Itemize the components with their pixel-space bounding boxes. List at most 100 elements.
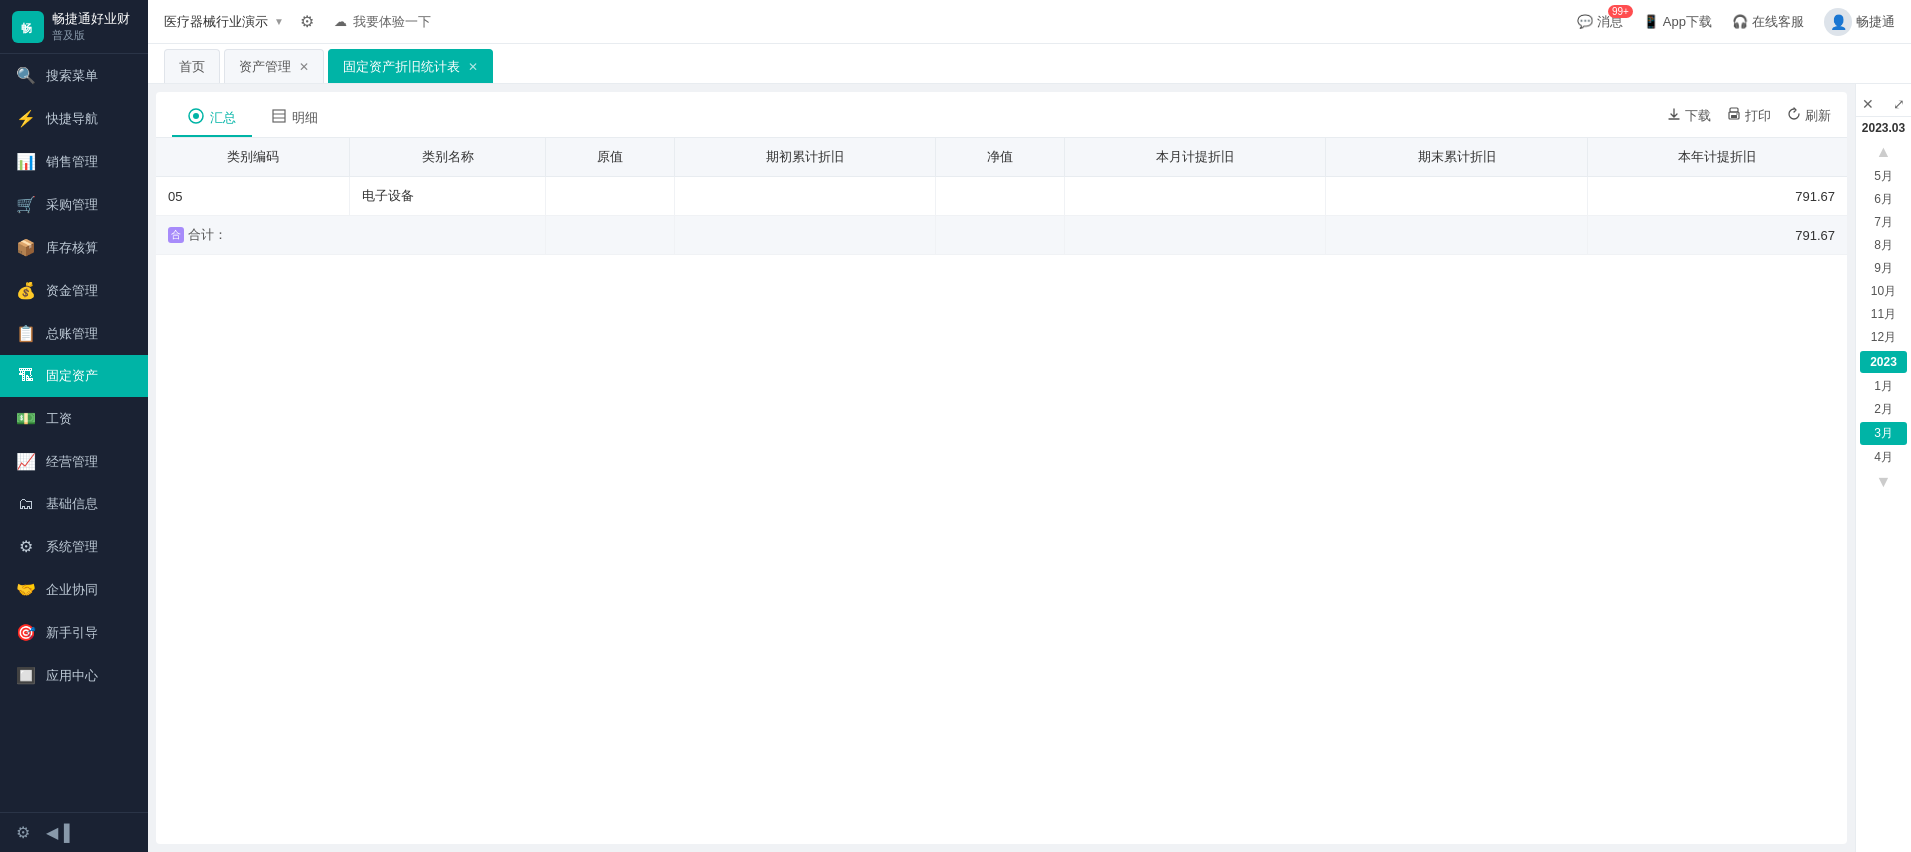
sidebar-item-label: 资金管理 xyxy=(46,282,98,300)
tab-detail[interactable]: 明细 xyxy=(256,102,334,137)
month-item[interactable]: 12月 xyxy=(1856,326,1911,349)
experience-button[interactable]: ☁ 我要体验一下 xyxy=(334,13,431,31)
total-icon: 合 xyxy=(168,227,184,243)
scroll-up-button[interactable]: ▲ xyxy=(1872,139,1896,165)
month-item[interactable]: 8月 xyxy=(1856,234,1911,257)
month-item[interactable]: 10月 xyxy=(1856,280,1911,303)
settings-bottom-icon[interactable]: ⚙ xyxy=(16,823,30,842)
panel-header: ✕ ⤢ xyxy=(1856,92,1911,117)
year-2023-label[interactable]: 2023 xyxy=(1860,351,1907,373)
scroll-down-button[interactable]: ▼ xyxy=(1872,469,1896,495)
total-monthly xyxy=(1065,216,1326,255)
apps-icon: 🔲 xyxy=(16,666,36,685)
sidebar-item-label: 快捷导航 xyxy=(46,110,98,128)
download-label: App下载 xyxy=(1663,13,1712,31)
panel-close-button[interactable]: ✕ xyxy=(1862,96,1874,112)
cell-initial xyxy=(674,177,935,216)
tab-summary[interactable]: 汇总 xyxy=(172,102,252,137)
sidebar-item-system[interactable]: ⚙ 系统管理 xyxy=(0,525,148,568)
sidebar-nav: 🔍 搜索菜单 ⚡ 快捷导航 📊 销售管理 🛒 采购管理 📦 库存核算 💰 资金管… xyxy=(0,54,148,812)
guide-icon: 🎯 xyxy=(16,623,36,642)
month-item[interactable]: 1月 xyxy=(1856,375,1911,398)
sidebar-item-label: 应用中心 xyxy=(46,667,98,685)
total-text: 合计： xyxy=(188,226,227,244)
panel-expand-button[interactable]: ⤢ xyxy=(1893,96,1905,112)
sub-tabs-bar: 汇总 明细 下载 xyxy=(156,92,1847,138)
table-row: 05 电子设备 791.67 xyxy=(156,177,1847,216)
sidebar-item-basic[interactable]: 🗂 基础信息 xyxy=(0,483,148,525)
page-content: 汇总 明细 下载 xyxy=(156,92,1847,844)
sidebar-item-ledger[interactable]: 📋 总账管理 xyxy=(0,312,148,355)
month-item[interactable]: 4月 xyxy=(1856,446,1911,469)
lightning-icon: ⚡ xyxy=(16,109,36,128)
sidebar-item-payroll[interactable]: 💵 工资 xyxy=(0,397,148,440)
user-menu[interactable]: 👤 畅捷通 xyxy=(1824,8,1895,36)
refresh-button[interactable]: 刷新 xyxy=(1787,107,1831,125)
svg-rect-10 xyxy=(1731,115,1737,118)
topbar: 医疗器械行业演示 ▼ ⚙ ☁ 我要体验一下 💬 消息 99+ 📱 App下载 🎧… xyxy=(148,0,1911,44)
download-button[interactable]: 📱 App下载 xyxy=(1643,13,1712,31)
col-monthly: 本月计提折旧 xyxy=(1065,138,1326,177)
sidebar-item-label: 新手引导 xyxy=(46,624,98,642)
col-end: 期末累计折旧 xyxy=(1326,138,1587,177)
month-item[interactable]: 9月 xyxy=(1856,257,1911,280)
table-container: 类别编码 类别名称 原值 期初累计折旧 净值 本月计提折旧 期末累计折旧 本年计… xyxy=(156,138,1847,844)
sidebar-item-search[interactable]: 🔍 搜索菜单 xyxy=(0,54,148,97)
cell-name: 电子设备 xyxy=(350,177,545,216)
avatar: 👤 xyxy=(1824,8,1852,36)
tab-label: 首页 xyxy=(179,58,205,76)
refresh-icon xyxy=(1787,107,1801,124)
cell-monthly xyxy=(1065,177,1326,216)
sidebar-item-fixed-assets[interactable]: 🏗 固定资产 xyxy=(0,355,148,397)
right-panel: ✕ ⤢ 2023.03 ▲ 5月 6月 7月 8月 9月 10月 11月 12月… xyxy=(1855,84,1911,852)
print-button[interactable]: 打印 xyxy=(1727,107,1771,125)
tab-close-icon[interactable]: ✕ xyxy=(468,60,478,74)
month-item[interactable]: 7月 xyxy=(1856,211,1911,234)
total-net xyxy=(936,216,1065,255)
tab-close-icon[interactable]: ✕ xyxy=(299,60,309,74)
svg-text:畅: 畅 xyxy=(21,22,32,34)
sidebar-item-guide[interactable]: 🎯 新手引导 xyxy=(0,611,148,654)
service-button[interactable]: 🎧 在线客服 xyxy=(1732,13,1804,31)
tab-home[interactable]: 首页 xyxy=(164,49,220,83)
company-selector[interactable]: 医疗器械行业演示 ▼ xyxy=(164,13,284,31)
sidebar-item-enterprise[interactable]: 🤝 企业协同 xyxy=(0,568,148,611)
cell-end xyxy=(1326,177,1587,216)
sidebar-item-label: 固定资产 xyxy=(46,367,98,385)
company-name: 医疗器械行业演示 xyxy=(164,13,268,31)
sidebar-item-nav[interactable]: ⚡ 快捷导航 xyxy=(0,97,148,140)
depreciation-table: 类别编码 类别名称 原值 期初累计折旧 净值 本月计提折旧 期末累计折旧 本年计… xyxy=(156,138,1847,255)
collapse-icon[interactable]: ◀▐ xyxy=(46,823,69,842)
sidebar-item-label: 基础信息 xyxy=(46,495,98,513)
sidebar-item-operations[interactable]: 📈 经营管理 xyxy=(0,440,148,483)
sidebar-item-purchase[interactable]: 🛒 采购管理 xyxy=(0,183,148,226)
sidebar-item-label: 工资 xyxy=(46,410,72,428)
app-edition: 普及版 xyxy=(52,28,130,43)
sidebar-item-sales[interactable]: 📊 销售管理 xyxy=(0,140,148,183)
sidebar-item-label: 库存核算 xyxy=(46,239,98,257)
message-button[interactable]: 💬 消息 99+ xyxy=(1577,13,1623,31)
total-original xyxy=(545,216,674,255)
operations-icon: 📈 xyxy=(16,452,36,471)
phone-icon: 📱 xyxy=(1643,14,1659,29)
tab-depreciation[interactable]: 固定资产折旧统计表 ✕ xyxy=(328,49,493,83)
month-item[interactable]: 11月 xyxy=(1856,303,1911,326)
logo-text: 畅捷通好业财 普及版 xyxy=(52,10,130,43)
message-icon: 💬 xyxy=(1577,14,1593,29)
month-item[interactable]: 5月 xyxy=(1856,165,1911,188)
month-item-active[interactable]: 3月 xyxy=(1860,422,1907,445)
refresh-label: 刷新 xyxy=(1805,107,1831,125)
sidebar-item-inventory[interactable]: 📦 库存核算 xyxy=(0,226,148,269)
download-button[interactable]: 下载 xyxy=(1667,107,1711,125)
month-item[interactable]: 6月 xyxy=(1856,188,1911,211)
sidebar-item-capital[interactable]: 💰 资金管理 xyxy=(0,269,148,312)
settings-icon[interactable]: ⚙ xyxy=(300,12,314,31)
sidebar-item-apps[interactable]: 🔲 应用中心 xyxy=(0,654,148,697)
tab-assets[interactable]: 资产管理 ✕ xyxy=(224,49,324,83)
cell-code: 05 xyxy=(156,177,350,216)
main-area: 医疗器械行业演示 ▼ ⚙ ☁ 我要体验一下 💬 消息 99+ 📱 App下载 🎧… xyxy=(148,0,1911,852)
search-icon: 🔍 xyxy=(16,66,36,85)
system-icon: ⚙ xyxy=(16,537,36,556)
month-item[interactable]: 2月 xyxy=(1856,398,1911,421)
topbar-right: 💬 消息 99+ 📱 App下载 🎧 在线客服 👤 畅捷通 xyxy=(1577,8,1895,36)
